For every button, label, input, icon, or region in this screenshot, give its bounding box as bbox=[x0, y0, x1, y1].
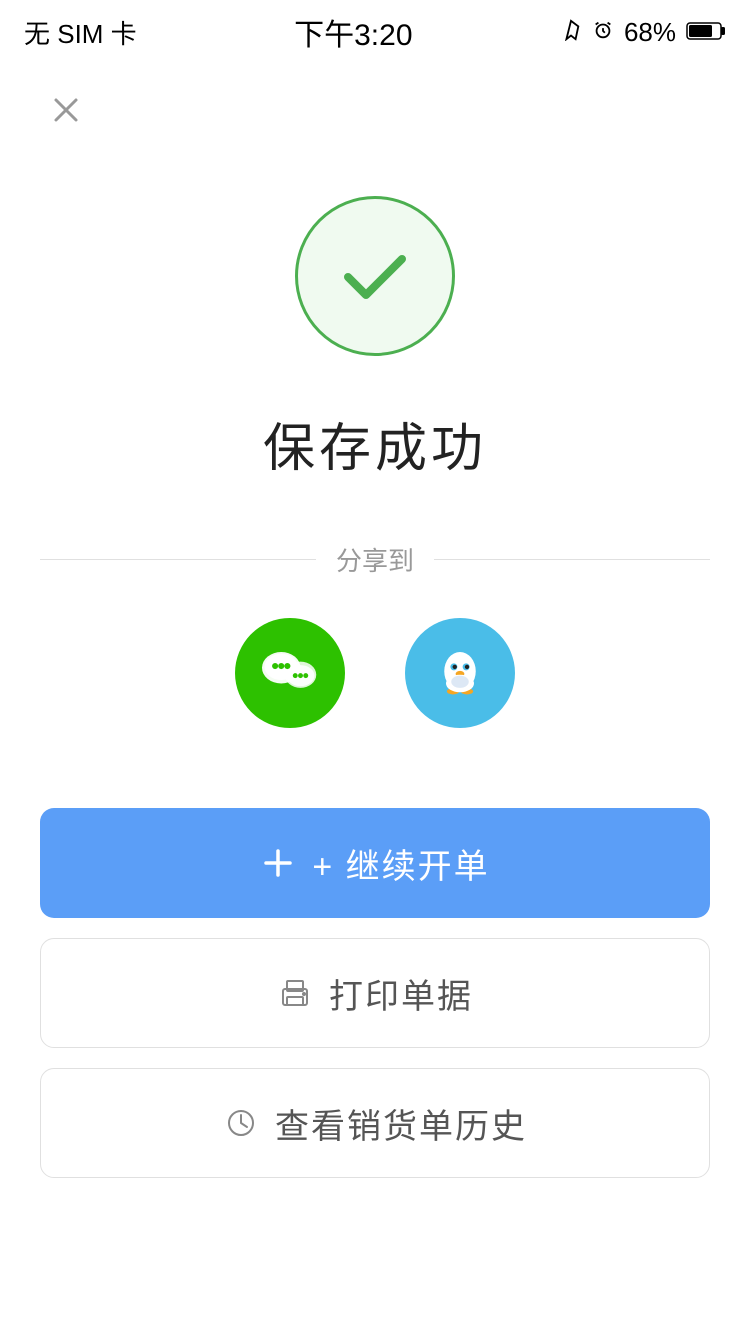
continue-order-label: + 继续开单 bbox=[312, 839, 489, 888]
printer-icon bbox=[277, 975, 313, 1011]
qq-icon bbox=[425, 638, 495, 708]
print-button[interactable]: 打印单据 bbox=[40, 938, 710, 1048]
status-time: 下午3:20 bbox=[294, 10, 412, 54]
carrier-text: 无 SIM 卡 bbox=[24, 14, 137, 51]
location-icon bbox=[560, 17, 582, 48]
action-buttons: + 继续开单 打印单据 查看销货单历史 bbox=[40, 808, 710, 1178]
history-button[interactable]: 查看销货单历史 bbox=[40, 1068, 710, 1178]
alarm-icon bbox=[592, 17, 614, 48]
wechat-share-button[interactable] bbox=[235, 618, 345, 728]
success-title: 保存成功 bbox=[263, 406, 487, 481]
success-icon-circle bbox=[295, 196, 455, 356]
qq-share-button[interactable] bbox=[405, 618, 515, 728]
battery-percentage: 68% bbox=[624, 17, 676, 48]
close-btn-area bbox=[0, 64, 750, 136]
divider-line-right bbox=[434, 559, 710, 560]
clock-icon bbox=[223, 1105, 259, 1141]
continue-order-button[interactable]: + 继续开单 bbox=[40, 808, 710, 918]
status-bar: 无 SIM 卡 下午3:20 68% bbox=[0, 0, 750, 64]
close-button[interactable] bbox=[40, 84, 92, 136]
share-label: 分享到 bbox=[336, 541, 414, 578]
main-content: 保存成功 分享到 bbox=[0, 136, 750, 1334]
battery-icon bbox=[686, 17, 726, 48]
divider-line-left bbox=[40, 559, 316, 560]
status-left: 无 SIM 卡 bbox=[24, 14, 147, 51]
history-label: 查看销货单历史 bbox=[275, 1099, 527, 1148]
share-icons bbox=[235, 618, 515, 728]
print-label: 打印单据 bbox=[329, 969, 473, 1018]
share-divider: 分享到 bbox=[40, 541, 710, 578]
wechat-icon bbox=[255, 638, 325, 708]
plus-icon bbox=[260, 845, 296, 881]
status-right: 68% bbox=[560, 17, 726, 48]
checkmark-icon bbox=[330, 231, 420, 321]
